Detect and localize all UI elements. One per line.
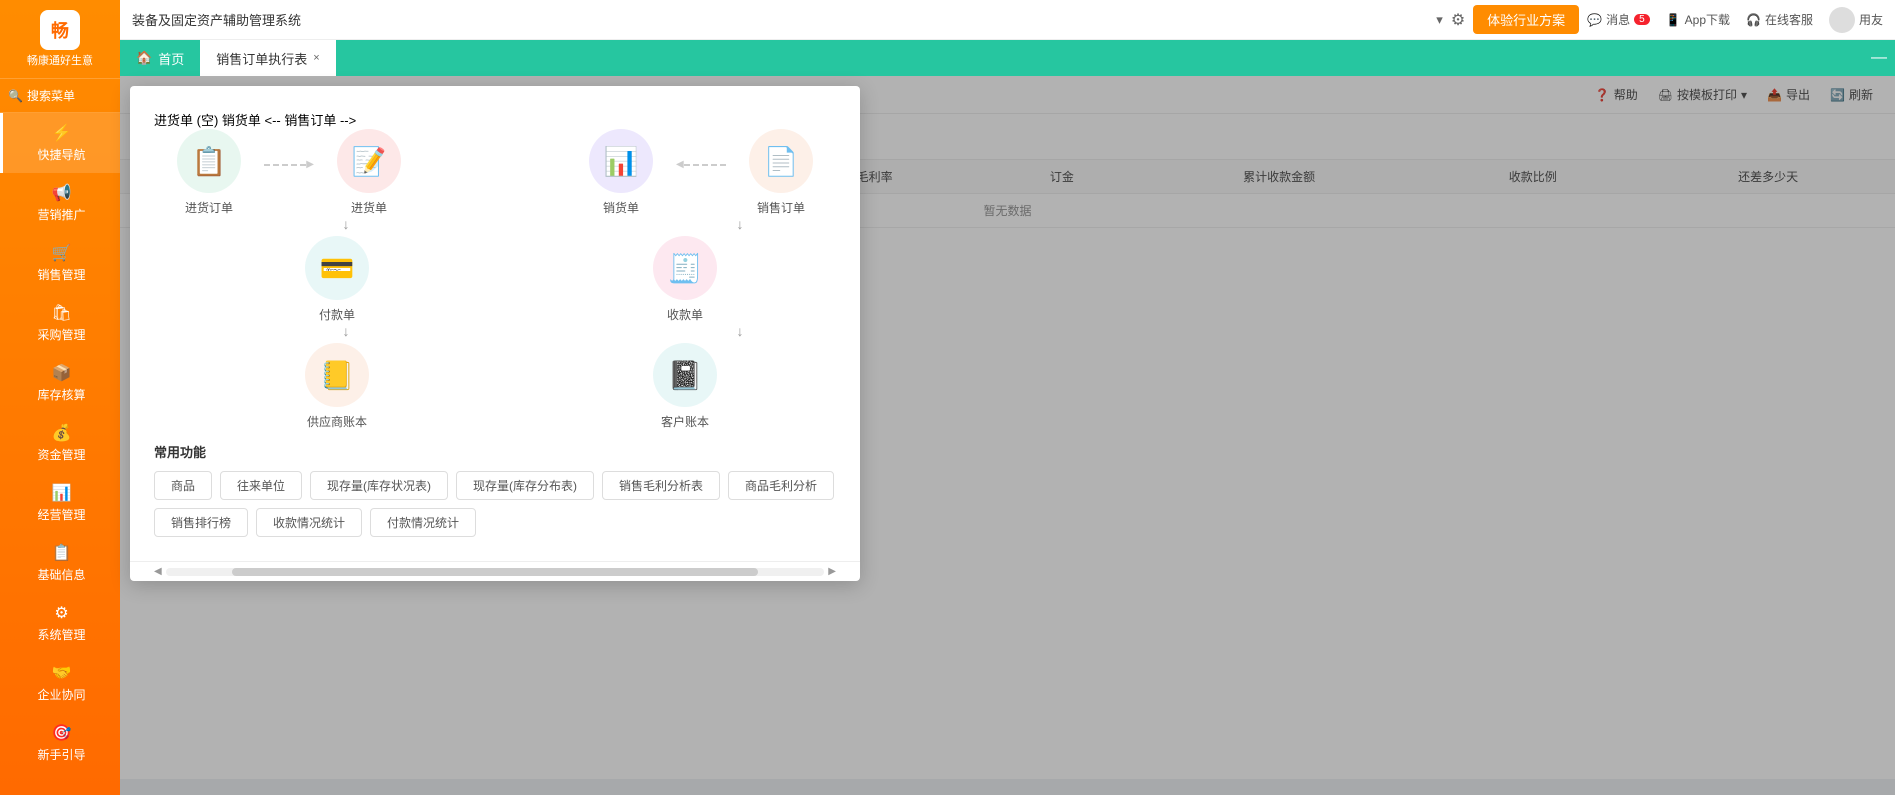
settings-icon[interactable]: ⚙ [1451,10,1465,30]
sidebar-item-finance[interactable]: 💰 资金管理 [0,413,120,473]
system-title: 装备及固定资产辅助管理系统 [132,10,1428,29]
sidebar-search[interactable]: 🔍 搜索菜单 [0,79,120,113]
func-section: 常用功能 商品 往来单位 现存量(库存状况表) 现存量(库存分布表) 销售毛利分… [130,442,860,561]
modal-overlay[interactable]: 进货单 (空) 销货单 <-- 销售订单 --> 📋 进货订单 ▶ [120,76,1895,795]
purchase-order-label: 进货订单 [185,199,233,216]
customer-label: 客户账本 [661,413,709,430]
func-buttons-row1: 商品 往来单位 现存量(库存状况表) 现存量(库存分布表) 销售毛利分析表 商品… [154,471,836,500]
system-icon: ⚙ [54,603,68,623]
flow-node-sales-bill[interactable]: 📊 销货单 [566,129,676,216]
system-dropdown[interactable]: ▾ [1436,12,1443,28]
scrollbar-thumb [232,568,759,576]
sidebar-item-operations[interactable]: 📊 经营管理 [0,473,120,533]
newbie-icon: 🎯 [52,723,72,743]
search-icon: 🔍 [8,89,23,103]
func-btn-product[interactable]: 商品 [154,471,212,500]
sales-order-circle: 📄 [749,129,813,193]
sidebar-nav: ⚡ 快捷导航 📢 营销推广 🛒 销售管理 🛍 采购管理 📦 库存核算 💰 资金管… [0,113,120,795]
func-btn-payment-stats[interactable]: 付款情况统计 [370,508,476,537]
chevron-down-icon: ▾ [1436,12,1443,28]
receipt-label: 收款单 [667,306,703,323]
scroll-right-arrow[interactable]: ▶ [828,566,836,577]
user-item[interactable]: 用友 [1829,7,1883,33]
tabbar: 🏠 首页 销售订单执行表 × — [120,40,1895,76]
finance-icon: 💰 [52,423,72,443]
customer-service-item[interactable]: 🎧 在线客服 [1746,11,1813,28]
sales-bill-label: 销货单 [603,199,639,216]
sidebar: 畅 畅康通好生意 🔍 搜索菜单 ⚡ 快捷导航 📢 营销推广 🛒 销售管理 🛍 采… [0,0,120,795]
func-btn-sales-profit[interactable]: 销售毛利分析表 [602,471,720,500]
logo-icon: 畅 [40,10,80,50]
service-icon: 🎧 [1746,13,1761,27]
operations-icon: 📊 [52,483,72,503]
app-download-item[interactable]: 📱 App下载 [1666,11,1730,28]
modal-box: 进货单 (空) 销货单 <-- 销售订单 --> 📋 进货订单 ▶ [130,86,860,581]
purchase-bill-label: 进货单 [351,199,387,216]
supplier-circle: 📒 [305,343,369,407]
flow-node-purchase-order[interactable]: 📋 进货订单 [154,129,264,216]
modal-scrollbar: ◀ ▶ [130,561,860,581]
flow-node-customer-ledger[interactable]: 📓 客户账本 [630,343,740,430]
quick-nav-icon: ⚡ [52,123,72,143]
sidebar-item-quick-nav[interactable]: ⚡ 快捷导航 [0,113,120,173]
scrollbar-track[interactable] [166,568,825,576]
func-btn-stock-dist[interactable]: 现存量(库存分布表) [456,471,594,500]
func-btn-sales-rank[interactable]: 销售排行榜 [154,508,248,537]
payment-label: 付款单 [319,306,355,323]
tab-sales-order[interactable]: 销售订单执行表 × [200,40,335,76]
flow-section: 进货单 (空) 销货单 <-- 销售订单 --> 📋 进货订单 ▶ [130,86,860,442]
sidebar-item-sales[interactable]: 🛒 销售管理 [0,233,120,293]
sidebar-item-inventory[interactable]: 📦 库存核算 [0,353,120,413]
inventory-icon: 📦 [52,363,72,383]
tab-close-icon[interactable]: × [313,52,319,64]
func-btn-receipt-stats[interactable]: 收款情况统计 [256,508,362,537]
enterprise-icon: 🤝 [52,663,72,683]
sidebar-logo: 畅 畅康通好生意 [0,0,120,79]
purchase-order-circle: 📋 [177,129,241,193]
sidebar-item-enterprise[interactable]: 🤝 企业协同 [0,653,120,713]
tab-home[interactable]: 🏠 首页 [120,40,200,76]
func-btn-partner[interactable]: 往来单位 [220,471,302,500]
flow-node-payment[interactable]: 💳 付款单 [282,236,392,323]
message-badge: 5 [1634,14,1650,25]
func-title: 常用功能 [154,442,836,461]
sales-icon: 🛒 [52,243,72,263]
sidebar-item-basic[interactable]: 📋 基础信息 [0,533,120,593]
flow-node-supplier-ledger[interactable]: 📒 供应商账本 [282,343,392,430]
topbar: 装备及固定资产辅助管理系统 ▾ ⚙ 体验行业方案 💬 消息 5 📱 App下载 … [120,0,1895,40]
sidebar-item-system[interactable]: ⚙ 系统管理 [0,593,120,653]
app-icon: 📱 [1666,13,1681,27]
purchase-icon: 🛍 [51,303,71,323]
message-icon: 💬 [1587,13,1602,27]
customer-circle: 📓 [653,343,717,407]
minimize-icon[interactable]: — [1871,49,1887,67]
purchase-bill-circle: 📝 [337,129,401,193]
avatar [1829,7,1855,33]
marketing-icon: 📢 [52,183,72,203]
topbar-right: 💬 消息 5 📱 App下载 🎧 在线客服 用友 [1587,7,1883,33]
logo-text: 畅康通好生意 [27,54,93,68]
func-btn-product-profit[interactable]: 商品毛利分析 [728,471,834,500]
sidebar-item-purchase[interactable]: 🛍 采购管理 [0,293,120,353]
func-buttons-row2: 销售排行榜 收款情况统计 付款情况统计 [154,508,836,537]
message-item[interactable]: 💬 消息 5 [1587,11,1650,28]
basic-icon: 📋 [52,543,72,563]
sales-order-label: 销售订单 [757,199,805,216]
flow-node-sales-order[interactable]: 📄 销售订单 [726,129,836,216]
flow-node-purchase-bill[interactable]: 📝 进货单 [314,129,424,216]
receipt-circle: 🧾 [653,236,717,300]
sales-bill-circle: 📊 [589,129,653,193]
sidebar-item-marketing[interactable]: 📢 营销推广 [0,173,120,233]
experience-button[interactable]: 体验行业方案 [1473,5,1579,34]
flow-node-receipt[interactable]: 🧾 收款单 [630,236,740,323]
home-icon: 🏠 [136,50,152,66]
sidebar-item-newbie[interactable]: 🎯 新手引导 [0,713,120,773]
func-btn-stock-status[interactable]: 现存量(库存状况表) [310,471,448,500]
supplier-label: 供应商账本 [307,413,367,430]
payment-circle: 💳 [305,236,369,300]
scroll-left-arrow[interactable]: ◀ [154,566,162,577]
